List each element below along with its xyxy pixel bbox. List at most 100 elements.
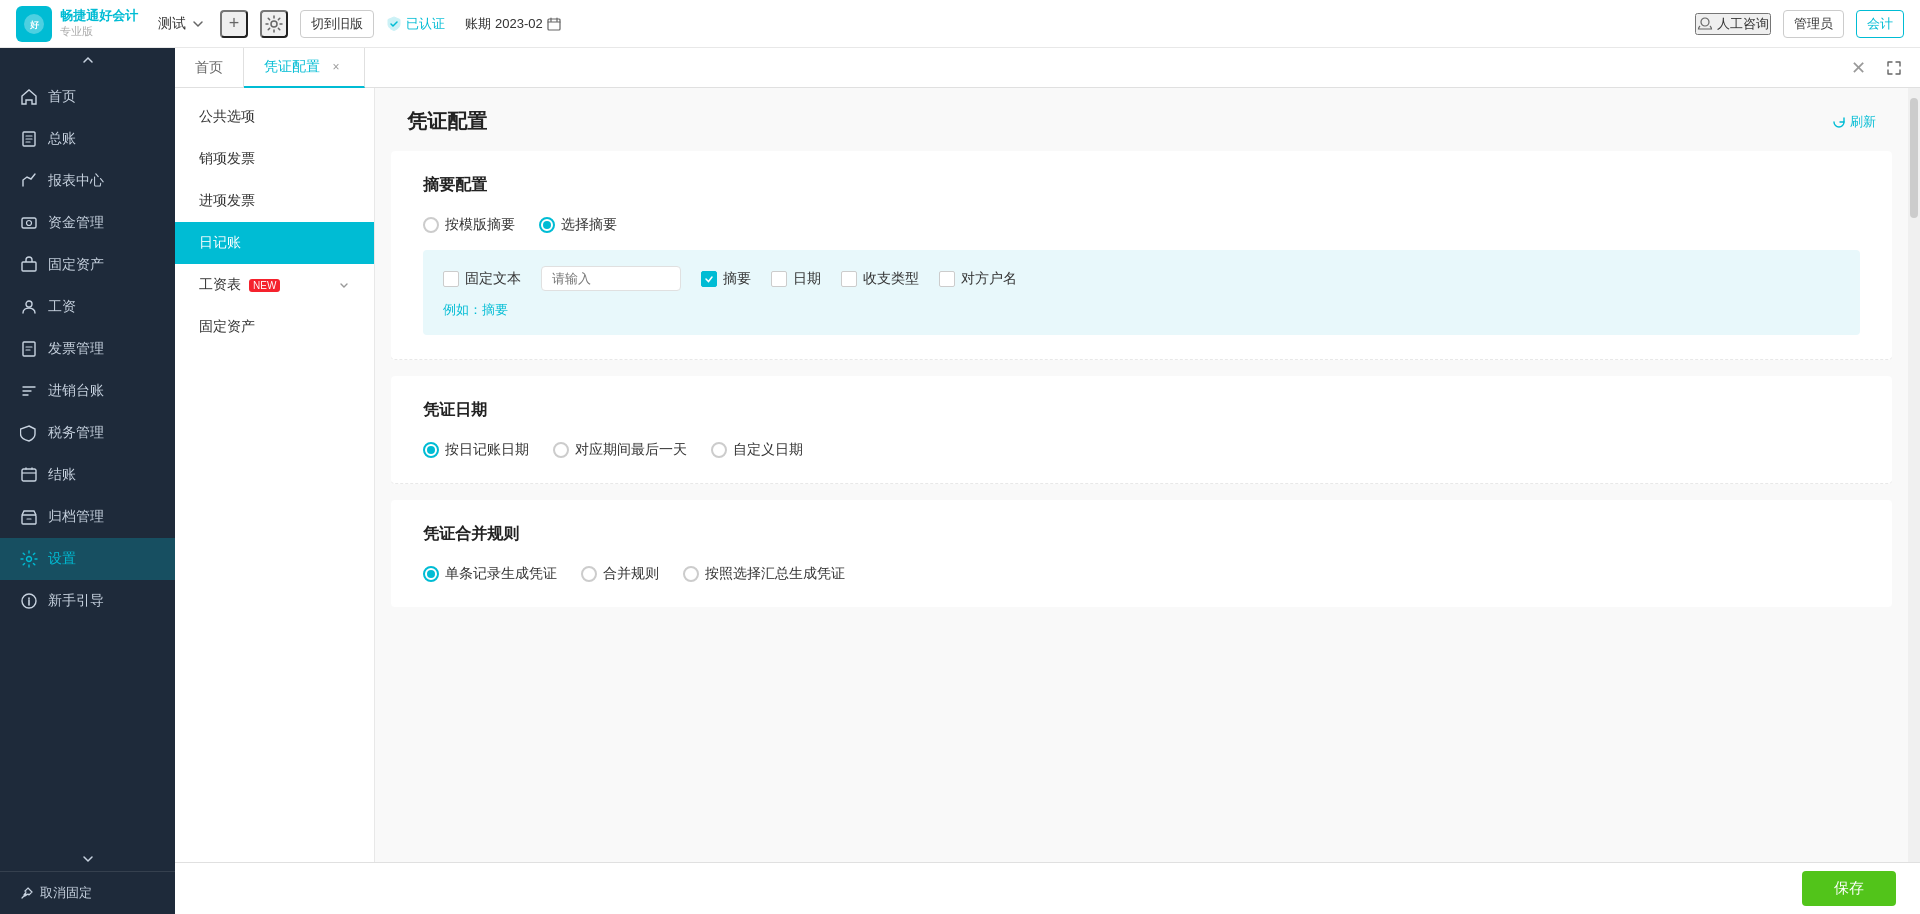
switch-old-btn[interactable]: 切到旧版	[300, 10, 374, 38]
radio-merge-rule[interactable]: 合并规则	[581, 565, 659, 583]
checkbox-counterpart[interactable]: 对方户名	[939, 270, 1017, 288]
left-nav-journal-label: 日记账	[199, 234, 241, 252]
calendar-icon[interactable]	[547, 17, 561, 31]
radio-select-circle	[539, 217, 555, 233]
merge-title: 凭证合并规则	[423, 524, 1860, 545]
svg-point-13	[27, 557, 32, 562]
left-nav-journal[interactable]: 日记账	[175, 222, 374, 264]
chart-icon	[20, 172, 38, 190]
refresh-btn[interactable]: 刷新	[1832, 113, 1876, 131]
summary-radio-group: 按模版摘要 选择摘要	[423, 216, 1860, 234]
sidebar-item-payroll[interactable]: 工资	[0, 286, 175, 328]
svg-text:好: 好	[29, 20, 40, 30]
right-scrollbar[interactable]	[1908, 88, 1920, 862]
left-nav-payroll-table[interactable]: 工资表 NEW	[175, 264, 374, 306]
radio-last-day[interactable]: 对应期间最后一天	[553, 441, 687, 459]
sidebar-item-archive[interactable]: 归档管理	[0, 496, 175, 538]
sidebar-item-settings[interactable]: 设置	[0, 538, 175, 580]
accountant-btn[interactable]: 会计	[1856, 10, 1904, 38]
money-icon	[20, 214, 38, 232]
close-panel-btn[interactable]: ✕	[1844, 54, 1872, 82]
period-info: 账期 2023-02	[465, 15, 561, 33]
book-icon	[20, 130, 38, 148]
radio-journal-date[interactable]: 按日记账日期	[423, 441, 529, 459]
sidebar-item-tax[interactable]: 税务管理	[0, 412, 175, 454]
sidebar-scroll-up[interactable]	[0, 48, 175, 72]
save-button[interactable]: 保存	[1802, 871, 1896, 906]
sidebar-item-asset[interactable]: 固定资产	[0, 244, 175, 286]
trade-icon	[20, 382, 38, 400]
radio-select-summary-label: 按照选择汇总生成凭证	[705, 565, 845, 583]
sidebar-item-capital[interactable]: 资金管理	[0, 202, 175, 244]
tab-home[interactable]: 首页	[175, 48, 244, 88]
svg-point-2	[271, 21, 277, 27]
guide-icon	[20, 592, 38, 610]
tax-icon	[20, 424, 38, 442]
asset-icon	[20, 256, 38, 274]
project-name: 测试	[158, 15, 186, 33]
sidebar-nav: 首页 总账 报表中心	[0, 72, 175, 847]
project-selector[interactable]: 测试	[158, 15, 204, 33]
left-nav-purchase-invoice[interactable]: 进项发票	[175, 180, 374, 222]
sidebar-item-report[interactable]: 报表中心	[0, 160, 175, 202]
radio-journal-label: 按日记账日期	[445, 441, 529, 459]
sidebar-item-close[interactable]: 结账	[0, 454, 175, 496]
summary-title: 摘要配置	[423, 175, 1860, 196]
sidebar-item-trade[interactable]: 进销台账	[0, 370, 175, 412]
left-nav-public[interactable]: 公共选项	[175, 96, 374, 138]
sidebar-item-guide[interactable]: 新手引导	[0, 580, 175, 622]
top-bar: 好 畅捷通好会计 专业版 测试 + 切到旧版	[0, 0, 1920, 48]
svg-point-4	[1701, 18, 1709, 26]
dropdown-icon	[192, 18, 204, 30]
svg-point-7	[27, 221, 32, 226]
sidebar-cancel-fixed[interactable]: 取消固定	[0, 871, 175, 914]
verified-badge: 已认证	[386, 15, 445, 33]
payment-type-label: 收支类型	[863, 270, 919, 288]
radio-template-summary[interactable]: 按模版摘要	[423, 216, 515, 234]
sidebar: 首页 总账 报表中心	[0, 48, 175, 914]
sidebar-label-close: 结账	[48, 466, 76, 484]
scroll-thumb[interactable]	[1910, 98, 1918, 218]
left-nav-purchase-label: 进项发票	[199, 192, 255, 210]
radio-custom-date[interactable]: 自定义日期	[711, 441, 803, 459]
sidebar-label-home: 首页	[48, 88, 76, 106]
content-area: 首页 凭证配置 × ✕	[175, 48, 1920, 914]
radio-last-day-circle	[553, 442, 569, 458]
sidebar-label-settings: 设置	[48, 550, 76, 568]
tab-voucher-config[interactable]: 凭证配置 ×	[244, 48, 365, 88]
expand-btn[interactable]	[1880, 54, 1908, 82]
shield-icon	[386, 16, 402, 32]
radio-select-summary-circle	[683, 566, 699, 582]
sidebar-label-report: 报表中心	[48, 172, 104, 190]
sidebar-item-invoice[interactable]: 发票管理	[0, 328, 175, 370]
logo: 好 畅捷通好会计 专业版	[16, 6, 138, 42]
tab-close-btn[interactable]: ×	[328, 59, 344, 75]
fixed-text-input[interactable]	[541, 266, 681, 291]
radio-select-summary-merge[interactable]: 按照选择汇总生成凭证	[683, 565, 845, 583]
settings-button[interactable]	[260, 10, 288, 38]
sidebar-item-ledger[interactable]: 总账	[0, 118, 175, 160]
manager-btn[interactable]: 管理员	[1783, 10, 1844, 38]
radio-merge-label: 合并规则	[603, 565, 659, 583]
left-nav-fixed-assets[interactable]: 固定资产	[175, 306, 374, 348]
checkbox-date-box	[771, 271, 787, 287]
sidebar-item-home[interactable]: 首页	[0, 76, 175, 118]
pin-icon	[20, 886, 34, 900]
checkbox-fixed-text[interactable]: 固定文本	[443, 270, 521, 288]
svg-rect-8	[22, 262, 36, 271]
checkbox-date[interactable]: 日期	[771, 270, 821, 288]
svg-rect-3	[548, 19, 560, 30]
tab-home-label: 首页	[195, 59, 223, 77]
sidebar-scroll-down[interactable]	[0, 847, 175, 871]
sidebar-label-capital: 资金管理	[48, 214, 104, 232]
add-button[interactable]: +	[220, 10, 248, 38]
checkbox-payment-type[interactable]: 收支类型	[841, 270, 919, 288]
radio-select-label: 选择摘要	[561, 216, 617, 234]
example-value: 摘要	[482, 302, 508, 317]
consult-btn[interactable]: 人工咨询	[1695, 13, 1771, 35]
radio-single-label: 单条记录生成凭证	[445, 565, 557, 583]
checkbox-summary[interactable]: 摘要	[701, 270, 751, 288]
left-nav-sales-invoice[interactable]: 销项发票	[175, 138, 374, 180]
radio-single[interactable]: 单条记录生成凭证	[423, 565, 557, 583]
radio-select-summary[interactable]: 选择摘要	[539, 216, 617, 234]
